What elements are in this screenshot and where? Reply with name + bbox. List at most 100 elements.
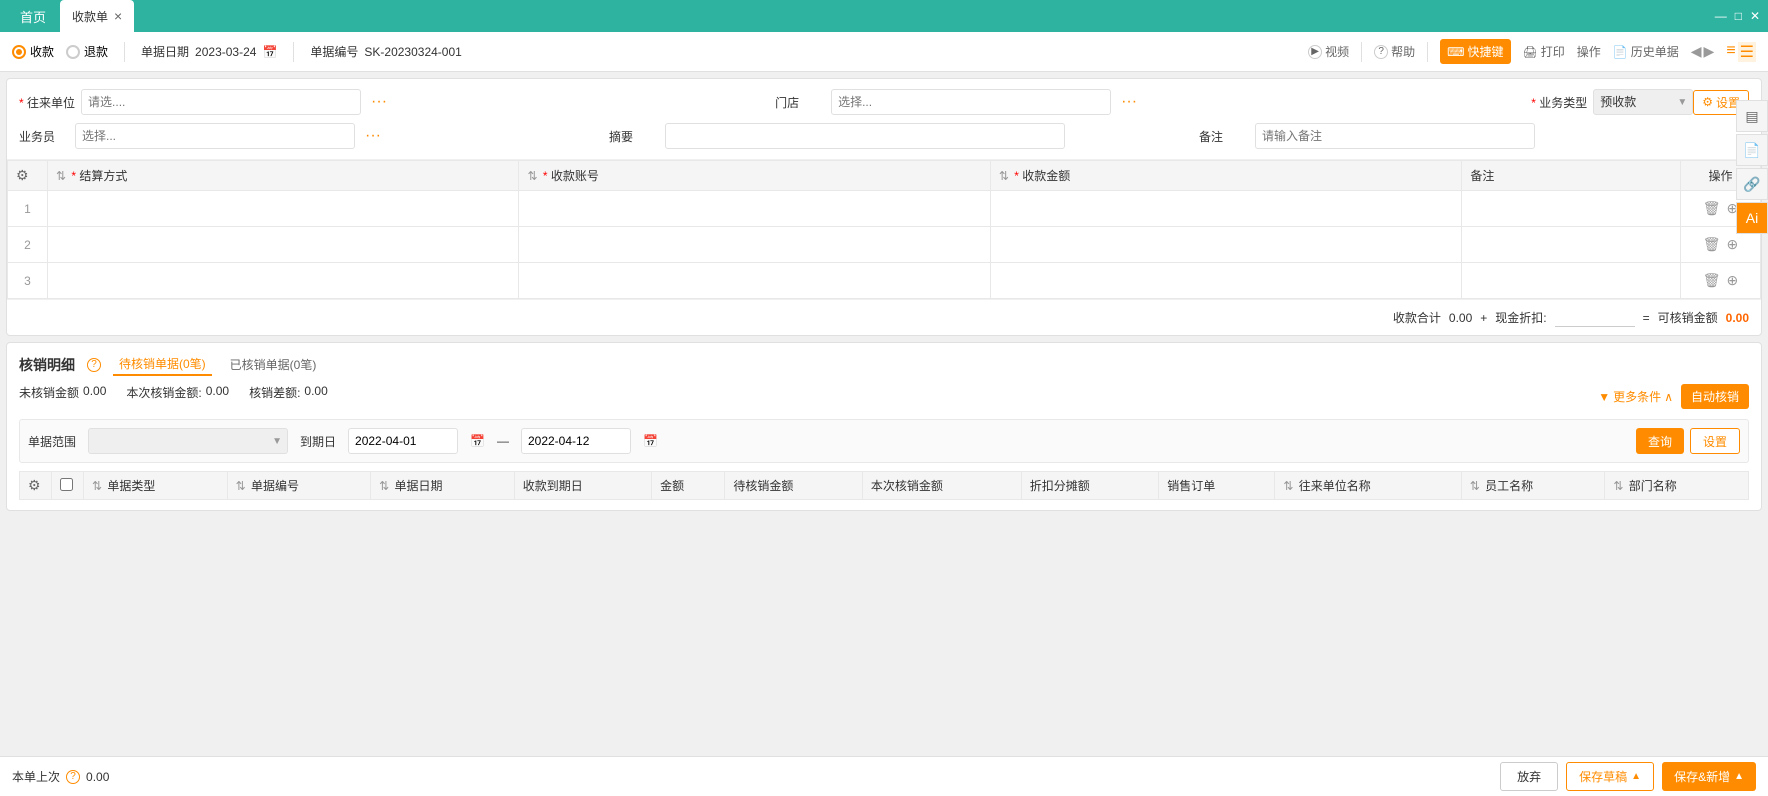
bill-date-col: ⇅ 单据日期: [371, 472, 515, 500]
select-all-checkbox[interactable]: [60, 478, 73, 491]
grid-view-icon[interactable]: ☰: [1738, 42, 1756, 62]
account-cell-3[interactable]: [519, 263, 990, 299]
minimize-icon[interactable]: —: [1715, 9, 1727, 23]
table-header-row: ⚙ ⇅ * 结算方式 ⇅ * 收款账号 ⇅: [8, 161, 1761, 191]
unchecked-stat: 未核销金额 0.00: [19, 384, 106, 409]
bill-range-select[interactable]: [88, 428, 288, 454]
notes-cell-2[interactable]: [1462, 227, 1681, 263]
shortcut-btn[interactable]: ⌨ 快捷键: [1440, 39, 1510, 64]
account-cell-1[interactable]: [519, 191, 990, 227]
discount-input[interactable]: [1555, 308, 1635, 327]
current-value: 0.00: [206, 384, 229, 409]
discount-label: 现金折扣:: [1495, 309, 1546, 326]
amount-cell-3[interactable]: [990, 263, 1461, 299]
notes-cell-1[interactable]: [1462, 191, 1681, 227]
query-button[interactable]: 查询: [1636, 428, 1684, 454]
sort-employee-icon: ⇅: [1470, 479, 1480, 493]
hexiao-table-settings-icon[interactable]: ⚙: [28, 477, 41, 493]
calendar-from-icon[interactable]: 📅: [470, 434, 485, 448]
list-view-icon[interactable]: ≡: [1726, 42, 1735, 62]
tab-receipt[interactable]: 收款单 ×: [60, 0, 134, 32]
sort-icon-2: ⇅: [527, 169, 537, 183]
hexiao-settings-button[interactable]: 设置: [1690, 428, 1740, 454]
business-type-label: 业务类型: [1531, 94, 1587, 111]
store-input[interactable]: [831, 89, 1111, 115]
tab-home[interactable]: 首页: [8, 0, 58, 32]
current-amount-col: 本次核销金额: [862, 472, 1021, 500]
more-conditions-btn[interactable]: ▼ 更多条件 ∧: [1598, 388, 1673, 405]
table-row: 2 🗑 ⊕: [8, 227, 1761, 263]
form-section-1: 往来单位 ··· 门店 ··· 业务类型 预收款: [7, 79, 1761, 160]
sidebar-link-icon[interactable]: 🔗: [1736, 168, 1768, 200]
notes-input[interactable]: [1255, 123, 1535, 149]
delete-row-icon-1[interactable]: 🗑: [1703, 200, 1721, 217]
settlement-cell-3[interactable]: [48, 263, 519, 299]
row-num-1: 1: [8, 191, 48, 227]
store-more-icon[interactable]: ···: [1121, 93, 1137, 111]
operations-btn[interactable]: 操作: [1577, 43, 1601, 60]
hexiao-info-icon[interactable]: ?: [87, 358, 101, 372]
sidebar-ai-icon[interactable]: Ai: [1736, 202, 1768, 234]
counterparty-more-icon[interactable]: ···: [371, 93, 387, 111]
tab-done[interactable]: 已核销单据(0笔): [224, 354, 323, 375]
more-conditions-label: 更多条件: [1613, 388, 1661, 405]
save-new-button[interactable]: 保存&新增 ▲: [1662, 762, 1756, 791]
discount-col: 折扣分摊额: [1021, 472, 1158, 500]
tab-pending[interactable]: 待核销单据(0笔): [113, 353, 212, 376]
print-btn[interactable]: 🖨 打印: [1523, 43, 1565, 60]
copy-row-icon-2[interactable]: ⊕: [1727, 236, 1739, 253]
account-label: 收款账号: [551, 169, 599, 183]
sidebar-table-icon[interactable]: ▤: [1736, 100, 1768, 132]
bill-no-field: 单据编号 SK-20230324-001: [310, 43, 461, 60]
salesperson-input[interactable]: [75, 123, 355, 149]
due-date-col: 收款到期日: [514, 472, 651, 500]
history-btn[interactable]: 📄 历史单据: [1613, 43, 1679, 60]
radio-refund-circle: [66, 45, 80, 59]
sort-bill-no-icon: ⇅: [236, 479, 246, 493]
settlement-cell-1[interactable]: [48, 191, 519, 227]
notes-cell-3[interactable]: [1462, 263, 1681, 299]
delete-row-icon-3[interactable]: 🗑: [1703, 272, 1721, 289]
filter-icon: ▼: [1598, 390, 1610, 404]
summary-input[interactable]: [665, 123, 1065, 149]
ops-cell-3: 🗑 ⊕: [1681, 263, 1761, 299]
settlement-cell-2[interactable]: [48, 227, 519, 263]
discard-button[interactable]: 放弃: [1500, 762, 1558, 791]
business-type-select[interactable]: 预收款: [1593, 89, 1693, 115]
hexiao-section: 核销明细 ? 待核销单据(0笔) 已核销单据(0笔) 未核销金额 0.00 本次…: [6, 342, 1762, 511]
save-draft-button[interactable]: 保存草稿 ▲: [1566, 762, 1654, 791]
view-buttons: ≡ ☰: [1726, 42, 1756, 62]
table-settings-icon[interactable]: ⚙: [16, 167, 29, 183]
nav-prev-icon[interactable]: ◀: [1691, 43, 1702, 60]
bottom-info-icon[interactable]: ?: [66, 770, 80, 784]
copy-row-icon-3[interactable]: ⊕: [1727, 272, 1739, 289]
amount-cell-1[interactable]: [990, 191, 1461, 227]
account-cell-2[interactable]: [519, 227, 990, 263]
video-icon: ▶: [1308, 45, 1322, 59]
sidebar-file-icon[interactable]: 📄: [1736, 134, 1768, 166]
close-icon[interactable]: ✕: [1750, 9, 1760, 23]
current-stat: 本次核销金额: 0.00: [126, 384, 229, 409]
counterparty-input[interactable]: [81, 89, 361, 115]
radio-refund[interactable]: 退款: [66, 43, 108, 60]
date-to-input[interactable]: [521, 428, 631, 454]
help-btn[interactable]: ? 帮助: [1374, 43, 1415, 60]
amount-cell-2[interactable]: [990, 227, 1461, 263]
video-label: 视频: [1325, 43, 1349, 60]
auto-hexiao-button[interactable]: 自动核销: [1681, 384, 1749, 409]
sort-counterparty-icon: ⇅: [1283, 479, 1293, 493]
video-btn[interactable]: ▶ 视频: [1308, 43, 1349, 60]
salesperson-more-icon[interactable]: ···: [365, 127, 381, 145]
tab-close-icon[interactable]: ×: [114, 8, 122, 24]
delete-row-icon-2[interactable]: 🗑: [1703, 236, 1721, 253]
nav-next-icon[interactable]: ▶: [1704, 43, 1715, 60]
radio-receipt[interactable]: 收款: [12, 43, 54, 60]
maximize-icon[interactable]: □: [1735, 9, 1742, 23]
calendar-to-icon[interactable]: 📅: [643, 434, 658, 448]
date-from-input[interactable]: [348, 428, 458, 454]
calendar-icon[interactable]: 📅: [262, 45, 277, 59]
summary-field: 摘要: [609, 123, 1159, 149]
save-new-label: 保存&新增: [1674, 768, 1730, 785]
date-label: 单据日期: [141, 43, 189, 60]
data-table-section: ⚙ ⇅ * 结算方式 ⇅ * 收款账号 ⇅: [7, 160, 1761, 299]
